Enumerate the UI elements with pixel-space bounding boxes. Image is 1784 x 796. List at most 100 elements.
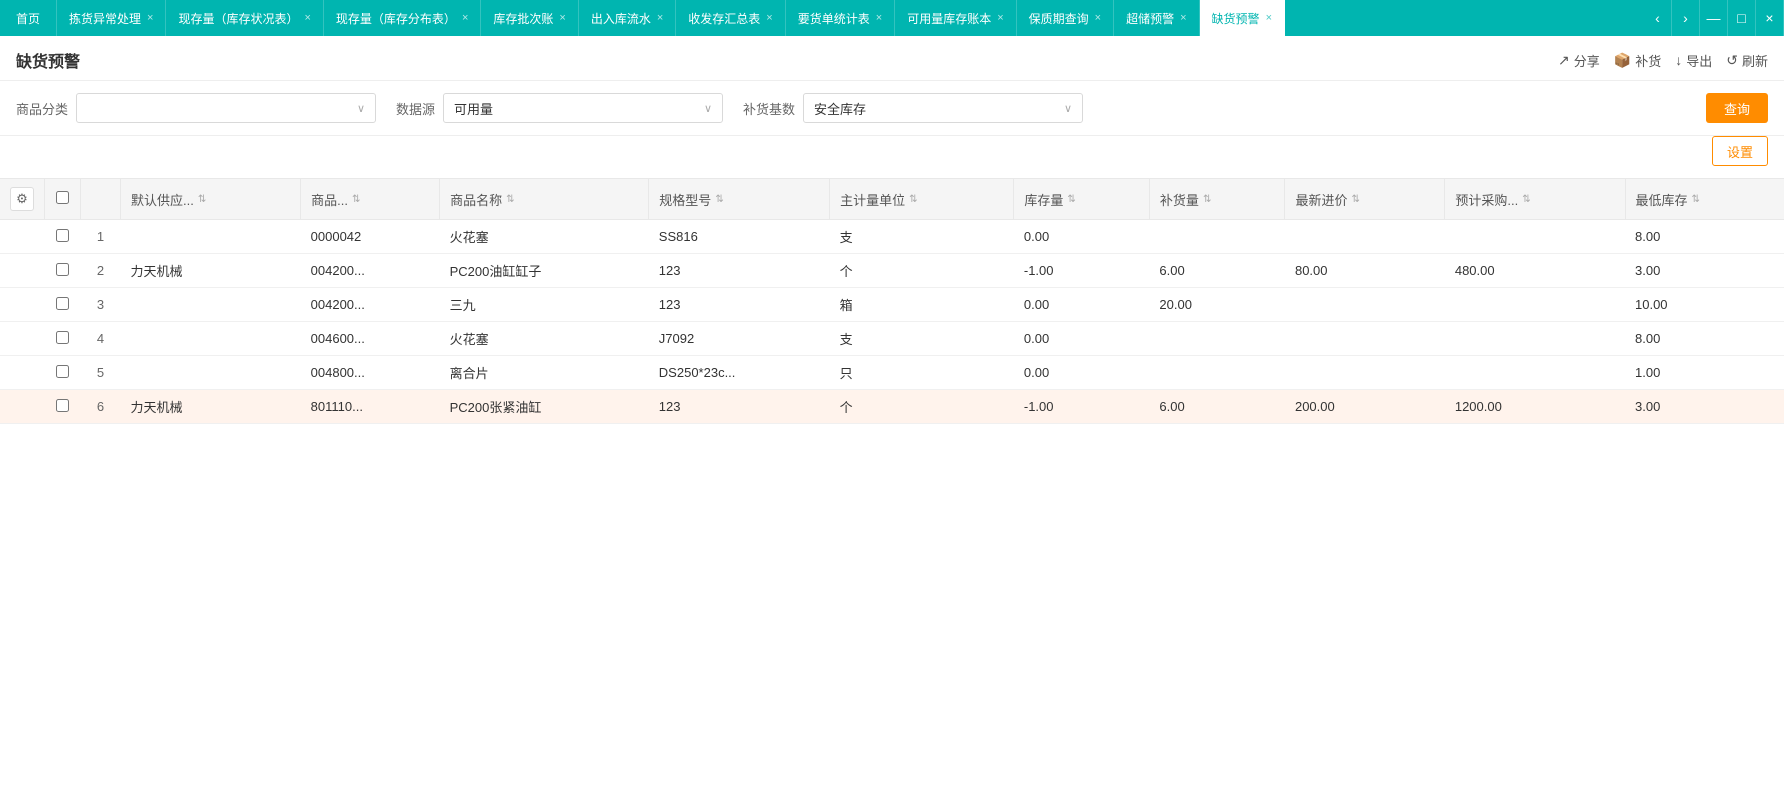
- tab-next-button[interactable]: ›: [1672, 0, 1700, 36]
- th-code-sort[interactable]: 商品... ⇅: [311, 190, 429, 209]
- row-unit: 只: [830, 356, 1014, 390]
- page-header: 缺货预警 ↗ 分享 📦 补货 ↓ 导出 ↺ 刷新: [0, 36, 1784, 81]
- refresh-label: 刷新: [1742, 51, 1768, 70]
- row-check-cell: [45, 254, 81, 288]
- window-minimize-button[interactable]: —: [1700, 0, 1728, 36]
- row-replenish: [1149, 220, 1285, 254]
- sort-icon-latestprice: ⇅: [1351, 194, 1359, 205]
- window-maximize-button[interactable]: □: [1728, 0, 1756, 36]
- row-supplier: 力天机械: [121, 390, 301, 424]
- row-setting-cell: [0, 356, 45, 390]
- th-unit-sort[interactable]: 主计量单位 ⇅: [840, 190, 1003, 209]
- row-minstock: 1.00: [1625, 356, 1784, 390]
- select-all-checkbox[interactable]: [56, 191, 69, 204]
- sort-icon-name: ⇅: [506, 194, 514, 205]
- row-minstock: 8.00: [1625, 220, 1784, 254]
- row-replenish: [1149, 322, 1285, 356]
- th-spec-label: 规格型号: [659, 190, 711, 209]
- share-button[interactable]: ↗ 分享: [1558, 51, 1600, 70]
- tab-overstock[interactable]: 超储预警 ×: [1114, 0, 1199, 36]
- row-checkbox[interactable]: [56, 297, 69, 310]
- close-icon[interactable]: ×: [997, 12, 1003, 24]
- close-icon[interactable]: ×: [657, 12, 663, 24]
- th-latestprice-label: 最新进价: [1295, 190, 1347, 209]
- th-name-sort[interactable]: 商品名称 ⇅: [450, 190, 638, 209]
- row-estimated: [1445, 288, 1625, 322]
- close-icon[interactable]: ×: [304, 12, 310, 24]
- row-checkbox[interactable]: [56, 229, 69, 242]
- refresh-button[interactable]: ↺ 刷新: [1726, 51, 1768, 70]
- replenish-button[interactable]: 📦 补货: [1614, 51, 1661, 70]
- th-spec: 规格型号 ⇅: [649, 179, 830, 220]
- row-stock: -1.00: [1014, 390, 1150, 424]
- datasource-select[interactable]: 可用量 ∨: [443, 93, 723, 123]
- replenish-base-select[interactable]: 安全库存 ∨: [803, 93, 1083, 123]
- th-minstock: 最低库存 ⇅: [1625, 179, 1784, 220]
- window-close-button[interactable]: ×: [1756, 0, 1784, 36]
- row-estimated: 1200.00: [1445, 390, 1625, 424]
- tab-expire[interactable]: 保质期查询 ×: [1017, 0, 1114, 36]
- close-icon[interactable]: ×: [1266, 12, 1272, 24]
- tab-prev-button[interactable]: ‹: [1644, 0, 1672, 36]
- query-button[interactable]: 查询: [1706, 93, 1768, 123]
- row-estimated: [1445, 322, 1625, 356]
- row-name: PC200油缸缸子: [440, 254, 649, 288]
- chevron-left-icon: ‹: [1655, 10, 1660, 26]
- row-code: 0000042: [301, 220, 440, 254]
- row-stock: 0.00: [1014, 322, 1150, 356]
- row-estimated: [1445, 220, 1625, 254]
- th-supplier-sort[interactable]: 默认供应... ⇅: [131, 190, 290, 209]
- close-icon[interactable]: ×: [559, 12, 565, 24]
- row-stock: 0.00: [1014, 288, 1150, 322]
- tab-stock-status[interactable]: 现存量（库存状况表） ×: [166, 0, 323, 36]
- tab-batch[interactable]: 库存批次账 ×: [481, 0, 578, 36]
- row-spec: SS816: [649, 220, 830, 254]
- page-title: 缺货预警: [16, 48, 80, 72]
- settings-button[interactable]: 设置: [1712, 136, 1768, 166]
- tab-shortage[interactable]: 缺货预警 ×: [1200, 0, 1285, 36]
- close-icon[interactable]: ×: [876, 12, 882, 24]
- tab-demand[interactable]: 要货单统计表 ×: [786, 0, 895, 36]
- row-checkbox[interactable]: [56, 331, 69, 344]
- row-num: 5: [81, 356, 121, 390]
- export-button[interactable]: ↓ 导出: [1675, 51, 1712, 70]
- th-minstock-sort[interactable]: 最低库存 ⇅: [1636, 190, 1775, 209]
- row-checkbox[interactable]: [56, 263, 69, 276]
- tab-inout[interactable]: 出入库流水 ×: [579, 0, 676, 36]
- row-code: 004800...: [301, 356, 440, 390]
- row-replenish: 6.00: [1149, 390, 1285, 424]
- column-settings-button[interactable]: ⚙: [10, 187, 34, 211]
- tab-available-label: 可用量库存账本: [907, 10, 991, 27]
- tab-available[interactable]: 可用量库存账本 ×: [895, 0, 1016, 36]
- sort-icon-replenish: ⇅: [1203, 194, 1211, 205]
- minimize-icon: —: [1707, 10, 1721, 26]
- th-stock: 库存量 ⇅: [1014, 179, 1150, 220]
- close-icon[interactable]: ×: [1095, 12, 1101, 24]
- tab-bar: 首页 拣货异常处理 × 现存量（库存状况表） × 现存量（库存分布表） × 库存…: [0, 0, 1784, 36]
- th-stock-sort[interactable]: 库存量 ⇅: [1024, 190, 1139, 209]
- row-code: 801110...: [301, 390, 440, 424]
- th-latestprice-sort[interactable]: 最新进价 ⇅: [1295, 190, 1434, 209]
- row-check-cell: [45, 220, 81, 254]
- tab-home[interactable]: 首页: [0, 0, 57, 36]
- row-name: 火花塞: [440, 322, 649, 356]
- th-estimated-sort[interactable]: 预计采购... ⇅: [1455, 190, 1614, 209]
- datasource-label: 数据源: [396, 99, 435, 118]
- close-icon[interactable]: ×: [462, 12, 468, 24]
- close-icon[interactable]: ×: [766, 12, 772, 24]
- row-checkbox[interactable]: [56, 365, 69, 378]
- tab-abnormal[interactable]: 拣货异常处理 ×: [57, 0, 166, 36]
- replenish-icon: 📦: [1614, 52, 1631, 69]
- close-icon[interactable]: ×: [147, 12, 153, 24]
- tab-collect[interactable]: 收发存汇总表 ×: [676, 0, 785, 36]
- row-checkbox[interactable]: [56, 399, 69, 412]
- tab-stock-dist[interactable]: 现存量（库存分布表） ×: [324, 0, 481, 36]
- th-spec-sort[interactable]: 规格型号 ⇅: [659, 190, 819, 209]
- row-minstock: 3.00: [1625, 390, 1784, 424]
- close-icon[interactable]: ×: [1180, 12, 1186, 24]
- category-select[interactable]: ∨: [76, 93, 376, 123]
- th-replenish-sort[interactable]: 补货量 ⇅: [1160, 190, 1275, 209]
- chevron-down-icon3: ∨: [1064, 102, 1072, 115]
- tab-overstock-label: 超储预警: [1126, 10, 1174, 27]
- filter-row-2: 设置: [0, 136, 1784, 178]
